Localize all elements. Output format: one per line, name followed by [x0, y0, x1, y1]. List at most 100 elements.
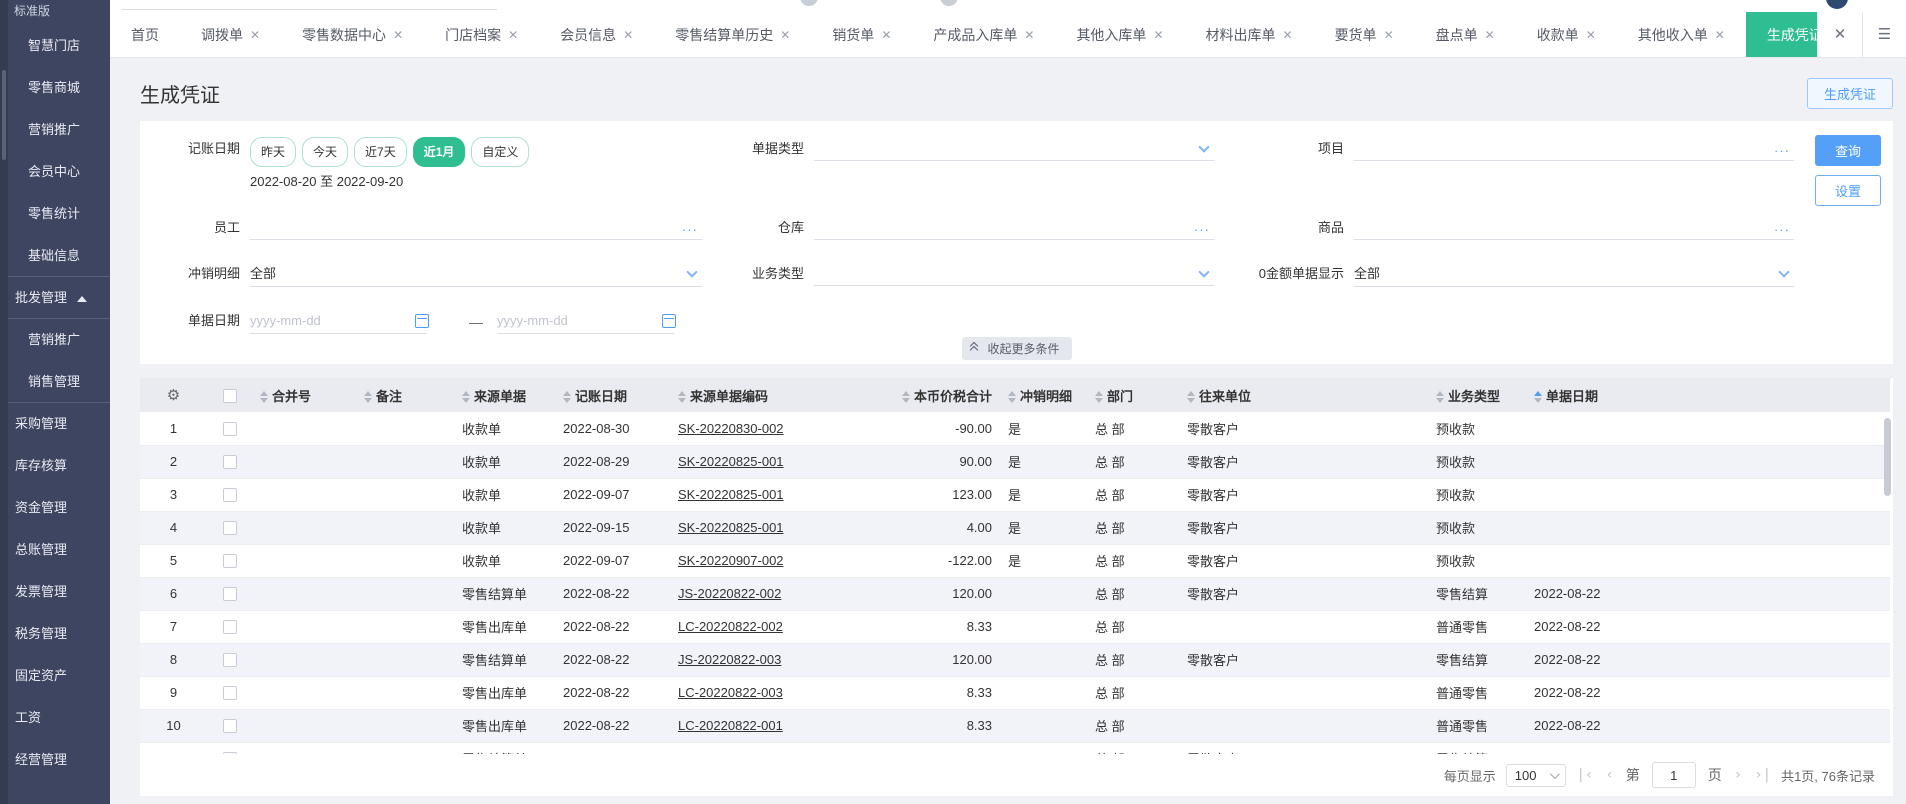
tab-其他收入单[interactable]: 其他收入单 ✕ — [1617, 12, 1746, 57]
page-number-input[interactable] — [1651, 762, 1696, 788]
sidebar-item-经营管理[interactable]: 经营管理 — [0, 739, 110, 781]
source-doc-link[interactable]: JS-20220822-003 — [678, 652, 781, 667]
chevron-down-icon[interactable] — [1198, 141, 1210, 153]
sort-icon[interactable] — [678, 391, 686, 404]
sort-icon[interactable] — [1095, 391, 1103, 404]
date-pill-昨天[interactable]: 昨天 — [250, 137, 297, 167]
next-page-icon[interactable]: › — [1734, 767, 1742, 783]
sidebar-item-营销推广[interactable]: 营销推广 — [0, 319, 110, 361]
source-doc-link[interactable]: LC-20220822-001 — [678, 718, 783, 733]
column-header-doc_date[interactable]: 单据日期 — [1526, 378, 1890, 412]
tab-零售数据中心[interactable]: 零售数据中心 ✕ — [281, 12, 424, 57]
sidebar-item-总账管理[interactable]: 总账管理 — [0, 529, 110, 571]
row-checkbox[interactable] — [222, 587, 237, 602]
prev-page-icon[interactable]: ‹ — [1605, 767, 1613, 783]
sidebar-item-零售商城[interactable]: 零售商城 — [0, 67, 110, 109]
close-tab-icon[interactable]: ✕ — [508, 28, 518, 42]
biz-type-select[interactable] — [814, 262, 1214, 286]
query-button[interactable]: 查询 — [1815, 135, 1881, 166]
row-checkbox[interactable] — [222, 653, 237, 668]
sidebar-item-会员中心[interactable]: 会员中心 — [0, 151, 110, 193]
sidebar-item-库存核算[interactable]: 库存核算 — [0, 445, 110, 487]
sidebar-scrollbar-thumb[interactable] — [2, 70, 6, 160]
source-doc-link[interactable]: SK-20220830-002 — [678, 421, 784, 436]
more-icon[interactable]: ··· — [1774, 139, 1790, 163]
date-pill-近1月[interactable]: 近1月 — [412, 137, 466, 167]
sidebar-item-税务管理[interactable]: 税务管理 — [0, 613, 110, 655]
header-icon[interactable] — [940, 0, 958, 6]
first-page-icon[interactable]: |‹ — [1576, 767, 1593, 783]
sidebar-item-工资[interactable]: 工资 — [0, 697, 110, 739]
generate-voucher-button[interactable]: 生成凭证 — [1806, 78, 1893, 109]
header-icon[interactable] — [800, 0, 818, 6]
sidebar-item-采购管理[interactable]: 采购管理 — [0, 403, 110, 445]
tab-生成凭证[interactable]: 生成凭证✕ — [1745, 12, 1817, 57]
row-checkbox[interactable] — [222, 620, 237, 635]
source-doc-link[interactable]: JS-20220822-002 — [678, 586, 781, 601]
close-tab-icon[interactable]: ✕ — [1586, 28, 1596, 42]
row-checkbox[interactable] — [222, 719, 237, 734]
close-tab-icon[interactable]: ✕ — [881, 28, 891, 42]
calendar-icon[interactable] — [415, 313, 429, 328]
tab-其他入库单[interactable]: 其他入库单 ✕ — [1055, 12, 1184, 57]
sort-icon[interactable] — [563, 391, 571, 404]
doc-date-end-input[interactable]: yyyy-mm-dd — [497, 309, 675, 334]
product-picker[interactable]: ··· — [1354, 216, 1794, 240]
writeoff-select[interactable]: 全部 — [250, 262, 702, 287]
tab-盘点单[interactable]: 盘点单 ✕ — [1415, 12, 1516, 57]
chevron-down-icon[interactable] — [686, 266, 698, 278]
close-all-tabs-icon[interactable]: ✕ — [1818, 12, 1862, 57]
row-checkbox[interactable] — [222, 488, 237, 503]
search-input[interactable] — [122, 9, 497, 10]
sidebar-item-零售统计[interactable]: 零售统计 — [0, 193, 110, 235]
close-tab-icon[interactable]: ✕ — [1024, 28, 1034, 42]
source-doc-link[interactable]: LC-20220822-002 — [678, 619, 783, 634]
table-vertical-scrollbar[interactable] — [1884, 418, 1891, 496]
row-checkbox[interactable] — [222, 686, 237, 701]
sort-icon[interactable] — [462, 391, 470, 404]
close-tab-icon[interactable]: ✕ — [623, 28, 633, 42]
tab-首页[interactable]: 首页 — [110, 12, 180, 57]
chevron-down-icon[interactable] — [1198, 266, 1210, 278]
more-icon[interactable]: ··· — [1194, 218, 1210, 242]
sort-icon[interactable] — [901, 391, 910, 404]
tab-调拨单[interactable]: 调拨单 ✕ — [180, 12, 281, 57]
source-doc-link[interactable]: LC-20220822-003 — [678, 685, 783, 700]
date-pill-近7天[interactable]: 近7天 — [354, 137, 407, 167]
select-all-checkbox[interactable] — [222, 388, 237, 403]
more-icon[interactable]: ··· — [1774, 218, 1790, 242]
tab-零售结算单历史[interactable]: 零售结算单历史 ✕ — [654, 12, 811, 57]
chevron-down-icon[interactable] — [1778, 266, 1790, 278]
sidebar-scrollbar[interactable] — [0, 0, 8, 804]
tab-要货单[interactable]: 要货单 ✕ — [1314, 12, 1415, 57]
calendar-icon[interactable] — [662, 313, 676, 328]
sort-icon[interactable] — [1008, 391, 1016, 404]
close-tab-icon[interactable]: ✕ — [393, 28, 403, 42]
close-tab-icon[interactable]: ✕ — [1153, 28, 1163, 42]
close-tab-icon[interactable]: ✕ — [1485, 28, 1495, 42]
row-checkbox[interactable] — [222, 521, 237, 536]
column-header-merge[interactable]: 合并号 — [252, 378, 356, 412]
close-tab-icon[interactable]: ✕ — [1715, 28, 1725, 42]
date-pill-自定义[interactable]: 自定义 — [471, 137, 530, 167]
column-settings-gear-icon[interactable]: ⚙ — [167, 387, 180, 404]
doc-date-start-input[interactable]: yyyy-mm-dd — [250, 309, 428, 334]
row-checkbox[interactable] — [222, 422, 237, 437]
sidebar-item-批发管理[interactable]: 批发管理 — [0, 277, 110, 319]
close-tab-icon[interactable]: ✕ — [1283, 28, 1293, 42]
column-header-acct_date[interactable]: 记账日期 — [555, 378, 670, 412]
date-pill-今天[interactable]: 今天 — [302, 137, 349, 167]
sidebar-item-发票管理[interactable]: 发票管理 — [0, 571, 110, 613]
source-doc-link[interactable]: SK-20220825-001 — [678, 520, 784, 535]
warehouse-picker[interactable]: ··· — [814, 216, 1214, 240]
acct-date-range[interactable]: 2022-08-20 至 2022-09-20 — [250, 170, 702, 194]
sort-icon[interactable] — [1187, 391, 1195, 404]
tab-销货单[interactable]: 销货单 ✕ — [811, 12, 912, 57]
settings-button[interactable]: 设置 — [1815, 175, 1881, 206]
column-header-partner[interactable]: 往来单位 — [1179, 378, 1428, 412]
sort-icon[interactable] — [1534, 391, 1542, 404]
sidebar-item-资金管理[interactable]: 资金管理 — [0, 487, 110, 529]
column-header-dept[interactable]: 部门 — [1087, 378, 1179, 412]
employee-picker[interactable]: ··· — [250, 216, 702, 240]
page-size-select[interactable]: 100 — [1505, 763, 1567, 787]
